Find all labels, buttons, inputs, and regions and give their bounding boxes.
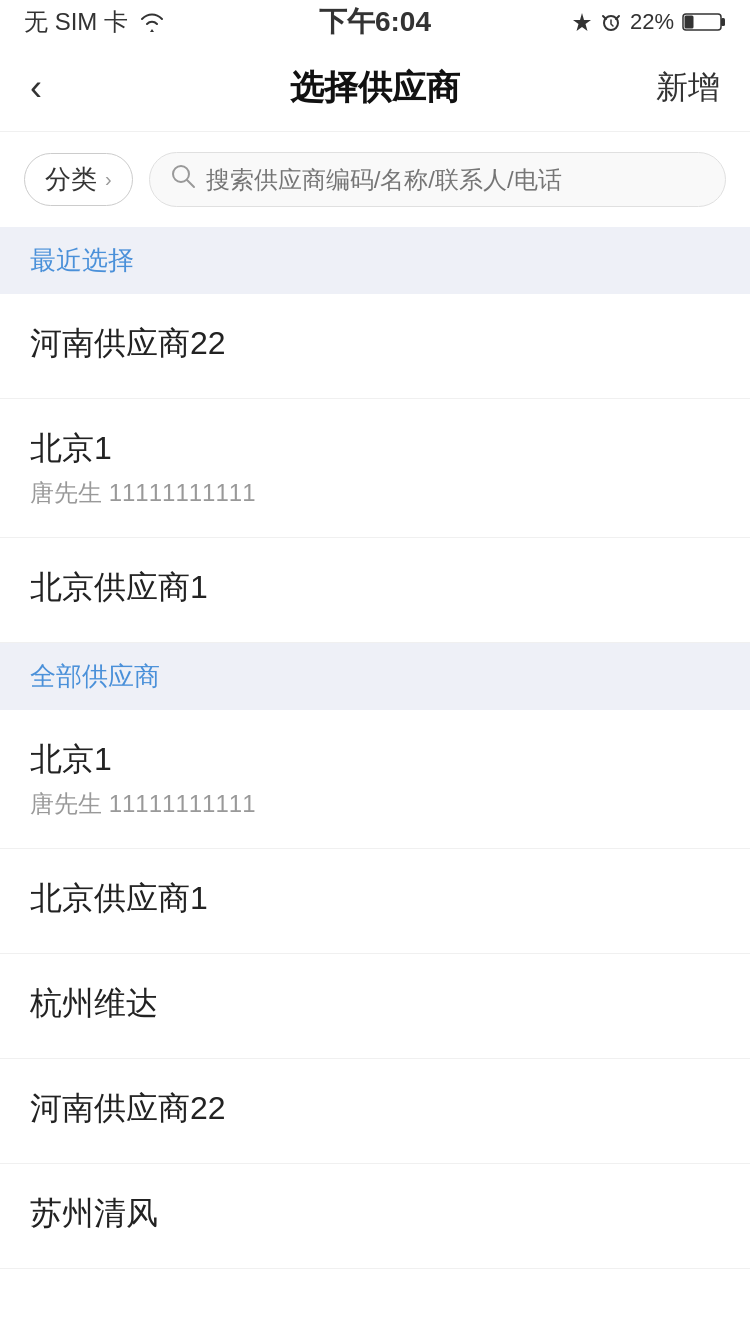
list-item[interactable]: 北京1 唐先生 11111111111	[0, 399, 750, 538]
status-left: 无 SIM 卡	[24, 6, 166, 38]
list-item[interactable]: 苏州清风	[0, 1164, 750, 1269]
supplier-name: 北京1	[30, 427, 720, 471]
carrier-text: 无 SIM 卡	[24, 6, 128, 38]
recent-section-header: 最近选择	[0, 227, 750, 294]
category-button[interactable]: 分类 ›	[24, 153, 133, 206]
supplier-contact: 唐先生 11111111111	[30, 788, 720, 820]
recent-supplier-list: 河南供应商22 北京1 唐先生 11111111111 北京供应商1	[0, 294, 750, 643]
list-item[interactable]: 北京供应商1	[0, 849, 750, 954]
status-time: 下午6:04	[319, 3, 431, 41]
list-item[interactable]: 北京供应商1	[0, 538, 750, 643]
list-item[interactable]: 杭州维达	[0, 954, 750, 1059]
wifi-icon	[138, 11, 166, 33]
chevron-right-icon: ›	[105, 168, 112, 191]
filter-bar: 分类 ›	[0, 132, 750, 227]
status-bar: 无 SIM 卡 下午6:04 22%	[0, 0, 750, 44]
svg-rect-2	[721, 18, 725, 26]
supplier-name: 杭州维达	[30, 982, 720, 1026]
battery-text: 22%	[630, 9, 674, 35]
supplier-name: 河南供应商22	[30, 1087, 720, 1131]
list-item[interactable]: 北京1 唐先生 11111111111	[0, 710, 750, 849]
search-box	[149, 152, 726, 207]
search-icon	[170, 163, 196, 196]
page-title: 选择供应商	[290, 65, 460, 111]
supplier-name: 北京供应商1	[30, 877, 720, 921]
search-input[interactable]	[206, 166, 705, 194]
list-item[interactable]: 河南供应商22	[0, 1059, 750, 1164]
alarm-icon	[600, 11, 622, 33]
all-supplier-list: 北京1 唐先生 11111111111 北京供应商1 杭州维达河南供应商22 苏州清风	[0, 710, 750, 1269]
category-label: 分类	[45, 162, 97, 197]
battery-icon	[682, 11, 726, 33]
supplier-name: 苏州清风	[30, 1192, 720, 1236]
supplier-name: 河南供应商22	[30, 322, 720, 366]
nav-bar: ‹ 选择供应商 新增	[0, 44, 750, 132]
supplier-name: 北京供应商1	[30, 566, 720, 610]
location-icon	[572, 12, 592, 32]
supplier-name: 北京1	[30, 738, 720, 782]
svg-line-5	[187, 180, 194, 187]
status-right: 22%	[572, 9, 726, 35]
list-item[interactable]: 河南供应商22	[0, 294, 750, 399]
svg-rect-3	[685, 16, 694, 29]
supplier-contact: 唐先生 11111111111	[30, 477, 720, 509]
back-button[interactable]: ‹	[30, 67, 90, 109]
add-button[interactable]: 新增	[656, 66, 720, 110]
all-section-header: 全部供应商	[0, 643, 750, 710]
